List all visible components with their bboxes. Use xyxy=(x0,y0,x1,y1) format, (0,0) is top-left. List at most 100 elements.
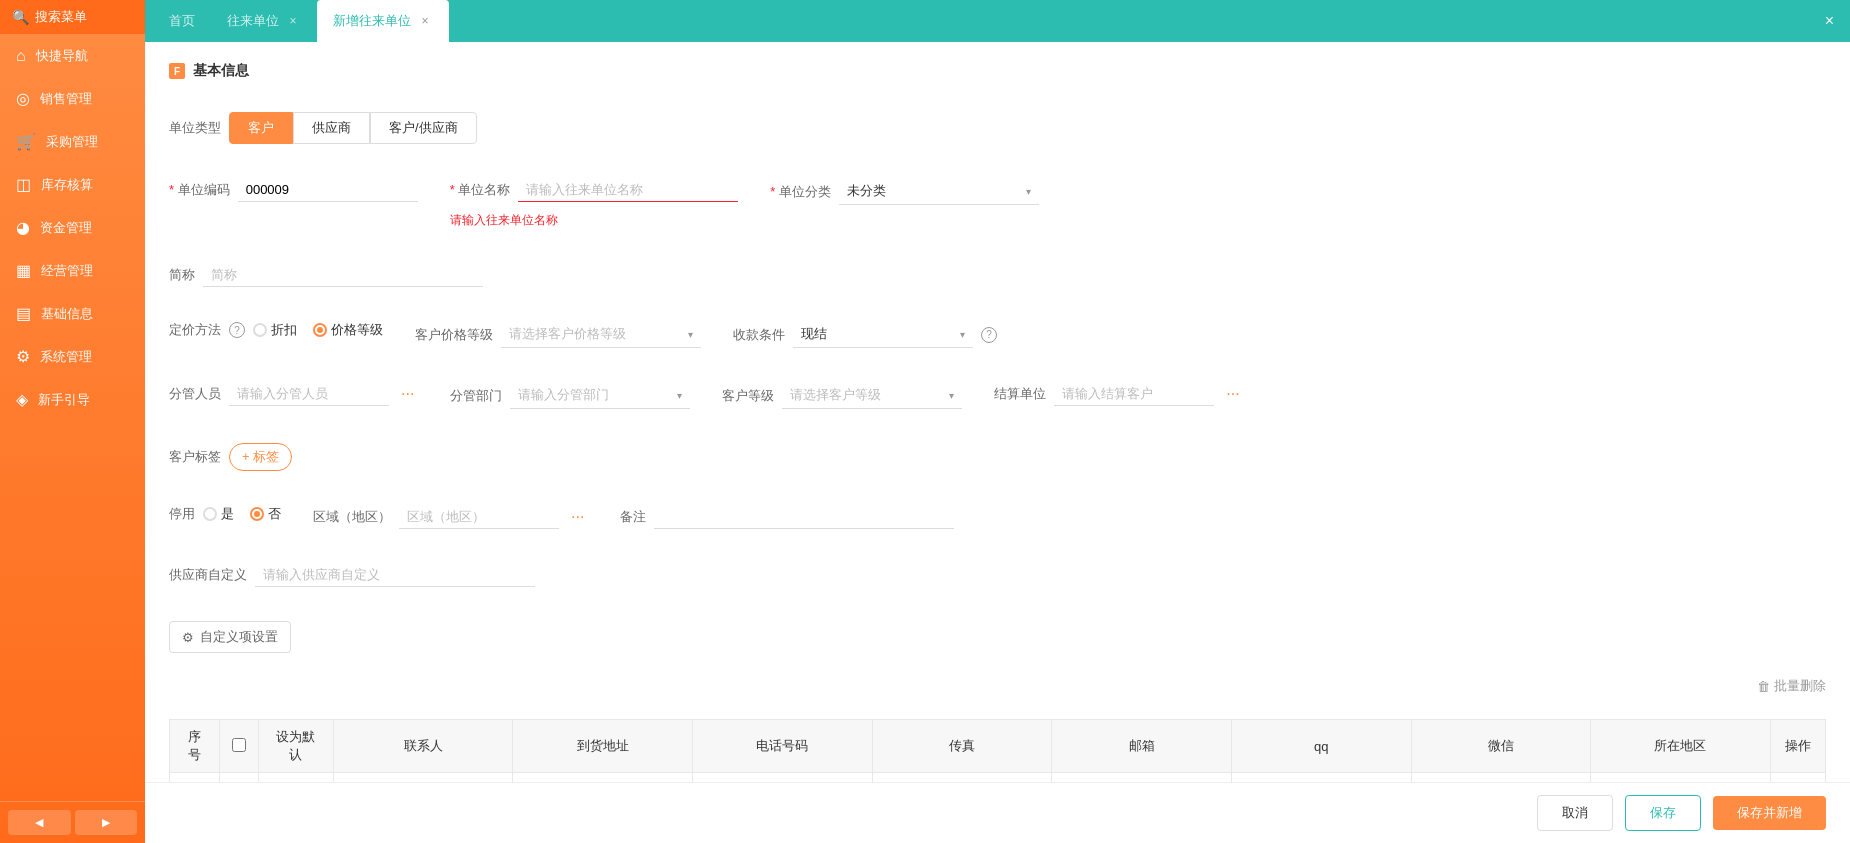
supplier-custom-label: 供应商自定义 xyxy=(169,566,247,584)
department-select[interactable]: 请输入分管部门 ▾ xyxy=(510,382,690,409)
cell-qq[interactable] xyxy=(1231,773,1411,783)
sidebar-search[interactable]: 🔍 搜索菜单 xyxy=(0,0,145,35)
pricing-radio-group: 折扣 价格等级 xyxy=(253,321,383,339)
sidebar-item-sales[interactable]: ◎ 销售管理 xyxy=(0,77,145,120)
custom-settings-btn[interactable]: ⚙ 自定义项设置 xyxy=(169,621,291,653)
window-close-btn[interactable]: × xyxy=(1817,8,1842,34)
cancel-button[interactable]: 取消 xyxy=(1537,795,1613,831)
unit-name-error-msg: 请输入往来单位名称 xyxy=(450,212,558,229)
home-icon: ⌂ xyxy=(16,47,26,65)
col-email: 邮箱 xyxy=(1052,720,1232,773)
settlement-label: 结算单位 xyxy=(994,385,1046,403)
tab-new-counterparty-close[interactable]: × xyxy=(417,13,433,29)
cell-phone[interactable] xyxy=(693,773,873,783)
sidebar-item-basic[interactable]: ▤ 基础信息 xyxy=(0,292,145,335)
save-button[interactable]: 保存 xyxy=(1625,795,1701,831)
disabled-field: 停用 是 否 xyxy=(169,505,281,523)
chevron-down-icon: ▾ xyxy=(1026,186,1031,197)
col-address: 到货地址 xyxy=(513,720,693,773)
contacts-table: 序号 设为默认 联系人 到货地址 电话号码 传真 邮箱 qq 微信 所在地区 操… xyxy=(169,719,1826,782)
customer-level-select[interactable]: 请选择客户等级 ▾ xyxy=(782,382,962,409)
cell-email[interactable] xyxy=(1052,773,1232,783)
manager-more-btn[interactable]: ··· xyxy=(397,385,418,403)
unit-name-input[interactable] xyxy=(518,178,738,202)
cell-actions: + 🗑 xyxy=(1770,773,1825,783)
system-icon: ⚙ xyxy=(16,347,30,366)
customer-level-placeholder: 请选择客户等级 xyxy=(790,386,945,404)
sidebar-item-guide[interactable]: ◈ 新手引导 xyxy=(0,378,145,421)
manager-label: 分管人员 xyxy=(169,385,221,403)
unit-code-input[interactable] xyxy=(238,178,418,202)
sidebar-item-operation[interactable]: ▦ 经营管理 xyxy=(0,249,145,292)
disabled-no-option[interactable]: 否 xyxy=(250,505,281,523)
sidebar-item-inventory[interactable]: ◫ 库存核算 xyxy=(0,163,145,206)
unit-type-btn-group: 客户 供应商 客户/供应商 xyxy=(229,112,477,144)
pricing-discount-radio[interactable] xyxy=(253,323,267,337)
pricing-discount-option[interactable]: 折扣 xyxy=(253,321,297,339)
btn-supplier[interactable]: 供应商 xyxy=(293,112,370,144)
department-field: 分管部门 请输入分管部门 ▾ xyxy=(450,382,690,409)
settlement-more-btn[interactable]: ··· xyxy=(1222,385,1243,403)
payment-terms-select[interactable]: 现结 ▾ xyxy=(793,321,973,348)
sidebar-expand-btn[interactable]: ▶ xyxy=(75,810,138,835)
basic-icon: ▤ xyxy=(16,304,31,323)
tab-new-counterparty[interactable]: 新增往来单位 × xyxy=(317,0,449,42)
unit-category-select[interactable]: 未分类 ▾ xyxy=(839,178,1039,205)
pricing-row: 定价方法 ? 折扣 价格等级 客户价格等级 请选择客户价格等级 xyxy=(169,321,1826,348)
manager-input[interactable] xyxy=(229,382,389,406)
customer-price-select[interactable]: 请选择客户价格等级 ▾ xyxy=(501,321,701,348)
inventory-icon: ◫ xyxy=(16,175,31,194)
pricing-help-icon[interactable]: ? xyxy=(229,322,245,338)
supplier-custom-input[interactable] xyxy=(255,563,535,587)
disabled-yes-radio[interactable] xyxy=(203,507,217,521)
sidebar-item-inventory-label: 库存核算 xyxy=(41,176,93,194)
region-input[interactable] xyxy=(399,505,559,529)
pricing-method-label: 定价方法 xyxy=(169,321,221,339)
customer-price-chevron: ▾ xyxy=(688,329,693,340)
sidebar-item-purchase-label: 采购管理 xyxy=(46,133,98,151)
customer-price-placeholder: 请选择客户价格等级 xyxy=(509,325,684,343)
payment-terms-help-icon[interactable]: ? xyxy=(981,327,997,343)
btn-both[interactable]: 客户/供应商 xyxy=(370,112,477,144)
settlement-input[interactable] xyxy=(1054,382,1214,406)
manager-field: 分管人员 ··· xyxy=(169,382,418,406)
sidebar-item-system[interactable]: ⚙ 系统管理 xyxy=(0,335,145,378)
cell-contact[interactable] xyxy=(333,773,513,783)
pricing-price-level-radio[interactable] xyxy=(313,323,327,337)
disabled-label: 停用 xyxy=(169,505,195,523)
sidebar-item-finance[interactable]: ◕ 资金管理 xyxy=(0,206,145,249)
sidebar-item-finance-label: 资金管理 xyxy=(40,219,92,237)
region-more-btn[interactable]: ··· xyxy=(567,508,588,526)
cell-wechat[interactable] xyxy=(1411,773,1591,783)
sidebar-item-purchase[interactable]: 🛒 采购管理 xyxy=(0,120,145,163)
save-new-button[interactable]: 保存并新增 xyxy=(1713,796,1826,830)
unit-code-field: 单位编码 xyxy=(169,178,418,202)
disabled-yes-option[interactable]: 是 xyxy=(203,505,234,523)
sidebar-item-basic-label: 基础信息 xyxy=(41,305,93,323)
col-qq: qq xyxy=(1231,720,1411,773)
disabled-no-radio[interactable] xyxy=(250,507,264,521)
cell-region[interactable] xyxy=(1591,773,1771,783)
section-title: 基本信息 xyxy=(193,62,249,80)
select-all-checkbox[interactable] xyxy=(232,738,246,752)
cell-address[interactable] xyxy=(513,773,693,783)
batch-delete-row: 🗑 批量删除 xyxy=(169,677,1826,695)
tag-label: 客户标签 xyxy=(169,448,221,466)
sidebar-item-quick-nav[interactable]: ⌂ 快捷导航 xyxy=(0,35,145,77)
tab-counterparty[interactable]: 往来单位 × xyxy=(211,0,317,42)
add-tag-btn[interactable]: + 标签 xyxy=(229,443,292,471)
sidebar-collapse-btn[interactable]: ◀ xyxy=(8,810,71,835)
tag-row: 客户标签 + 标签 xyxy=(169,443,1826,471)
pricing-price-level-option[interactable]: 价格等级 xyxy=(313,321,383,339)
tab-counterparty-close[interactable]: × xyxy=(285,13,301,29)
short-name-input[interactable] xyxy=(203,263,483,287)
tab-bar: 首页 往来单位 × 新增往来单位 × × xyxy=(145,0,1850,42)
note-input[interactable] xyxy=(654,505,954,529)
tab-home[interactable]: 首页 xyxy=(153,0,211,42)
cell-fax[interactable] xyxy=(872,773,1052,783)
section-header: F 基本信息 xyxy=(169,62,1826,80)
batch-delete-btn[interactable]: 🗑 批量删除 xyxy=(1757,677,1826,695)
col-fax: 传真 xyxy=(872,720,1052,773)
form-content: F 基本信息 单位类型 客户 供应商 客户/供应商 单位编码 单位名称 xyxy=(145,42,1850,782)
btn-customer[interactable]: 客户 xyxy=(229,112,293,144)
